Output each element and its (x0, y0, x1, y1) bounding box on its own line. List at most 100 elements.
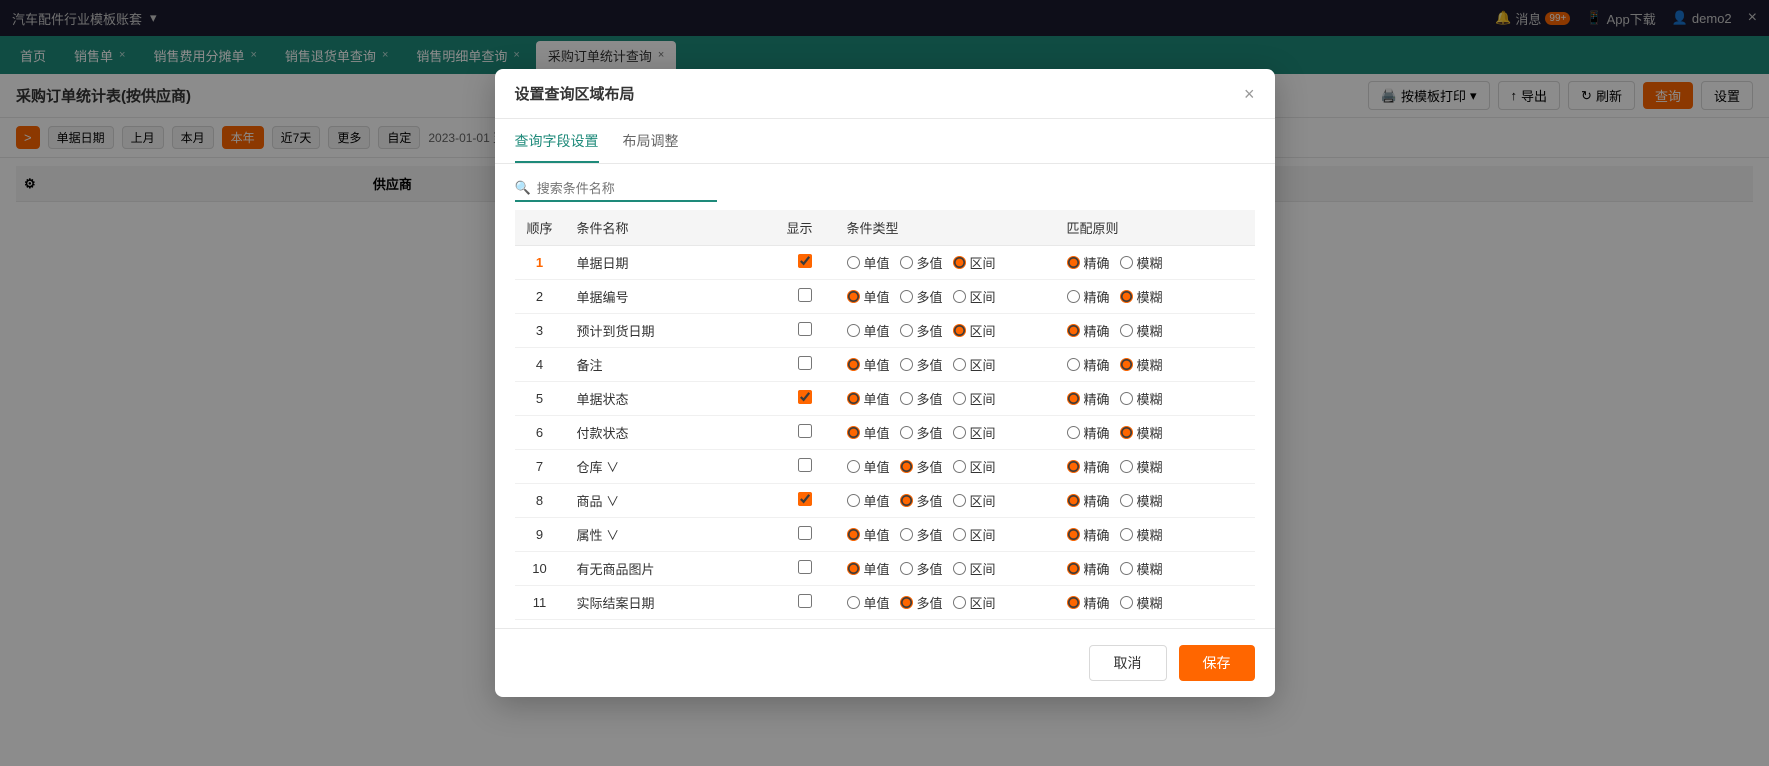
row-show-checkbox[interactable] (798, 526, 812, 540)
radio-match-item[interactable]: 精确 (1067, 525, 1110, 544)
radio-match-item[interactable]: 模糊 (1120, 253, 1163, 272)
radio-match-item[interactable]: 精确 (1067, 321, 1110, 340)
row-condition-name: 实际结案日期 (565, 586, 775, 620)
radio-match-item[interactable]: 模糊 (1120, 559, 1163, 578)
table-row: 5单据状态单值多值区间精确模糊 (515, 382, 1255, 416)
radio-type-item[interactable]: 区间 (953, 287, 996, 306)
radio-type-item[interactable]: 区间 (953, 423, 996, 442)
dialog-search-area: 🔍 (495, 164, 1275, 210)
radio-type-item[interactable]: 单值 (847, 457, 890, 476)
search-input[interactable] (537, 181, 717, 196)
radio-type-item[interactable]: 单值 (847, 525, 890, 544)
radio-match-item[interactable]: 精确 (1067, 491, 1110, 510)
radio-type-item[interactable]: 多值 (900, 559, 943, 578)
radio-match-item[interactable]: 模糊 (1120, 355, 1163, 374)
radio-type-item[interactable]: 多值 (900, 525, 943, 544)
dtab-query-fields[interactable]: 查询字段设置 (515, 131, 599, 163)
radio-match-item[interactable]: 模糊 (1120, 389, 1163, 408)
radio-type-item[interactable]: 多值 (900, 389, 943, 408)
radio-match-item[interactable]: 精确 (1067, 355, 1110, 374)
radio-type-item[interactable]: 单值 (847, 287, 890, 306)
radio-type-item[interactable]: 单值 (847, 321, 890, 340)
radio-type-item[interactable]: 单值 (847, 389, 890, 408)
row-show-checkbox[interactable] (798, 288, 812, 302)
dialog-title: 设置查询区域布局 (515, 83, 635, 104)
row-show-checkbox[interactable] (798, 254, 812, 268)
search-icon: 🔍 (515, 180, 531, 196)
radio-type-item[interactable]: 区间 (953, 457, 996, 476)
radio-type-item[interactable]: 区间 (953, 525, 996, 544)
row-order: 1 (515, 246, 565, 280)
cancel-btn[interactable]: 取消 (1089, 645, 1167, 681)
row-show-checkbox[interactable] (798, 424, 812, 438)
modal-overlay: 设置查询区域布局 × 查询字段设置 布局调整 🔍 顺序 条件名称 显示 (0, 0, 1769, 766)
row-condition-name: 预计到货日期 (565, 314, 775, 348)
radio-type-item[interactable]: 多值 (900, 355, 943, 374)
radio-match-item[interactable]: 模糊 (1120, 321, 1163, 340)
row-show-checkbox[interactable] (798, 492, 812, 506)
radio-match-item[interactable]: 精确 (1067, 389, 1110, 408)
radio-match-item[interactable]: 精确 (1067, 287, 1110, 306)
row-show-checkbox[interactable] (798, 458, 812, 472)
row-type-group: 单值多值区间 (847, 355, 1043, 374)
radio-type-item[interactable]: 单值 (847, 423, 890, 442)
radio-type-item[interactable]: 区间 (953, 593, 996, 612)
radio-type-item[interactable]: 单值 (847, 593, 890, 612)
row-type-group: 单值多值区间 (847, 253, 1043, 272)
radio-match-item[interactable]: 精确 (1067, 457, 1110, 476)
row-show-checkbox[interactable] (798, 322, 812, 336)
row-show-checkbox[interactable] (798, 560, 812, 574)
row-condition-name: 单据状态 (565, 382, 775, 416)
radio-match-item[interactable]: 精确 (1067, 593, 1110, 612)
radio-type-item[interactable]: 区间 (953, 321, 996, 340)
radio-match-item[interactable]: 精确 (1067, 559, 1110, 578)
radio-type-item[interactable]: 区间 (953, 389, 996, 408)
row-condition-name: 付款状态 (565, 416, 775, 450)
row-order: 8 (515, 484, 565, 518)
radio-type-item[interactable]: 区间 (953, 355, 996, 374)
row-condition-name: 单据日期 (565, 246, 775, 280)
radio-match-item[interactable]: 模糊 (1120, 423, 1163, 442)
row-match-group: 精确模糊 (1067, 491, 1243, 510)
radio-type-item[interactable]: 多值 (900, 321, 943, 340)
radio-type-item[interactable]: 单值 (847, 253, 890, 272)
th-match: 匹配原则 (1055, 210, 1255, 246)
radio-match-item[interactable]: 模糊 (1120, 593, 1163, 612)
radio-match-item[interactable]: 模糊 (1120, 525, 1163, 544)
table-row: 3预计到货日期单值多值区间精确模糊 (515, 314, 1255, 348)
radio-type-item[interactable]: 单值 (847, 559, 890, 578)
table-row: 11实际结案日期单值多值区间精确模糊 (515, 586, 1255, 620)
radio-match-item[interactable]: 模糊 (1120, 457, 1163, 476)
radio-type-item[interactable]: 单值 (847, 491, 890, 510)
row-show-checkbox[interactable] (798, 594, 812, 608)
row-show-checkbox[interactable] (798, 390, 812, 404)
th-show: 显示 (775, 210, 835, 246)
radio-type-item[interactable]: 区间 (953, 491, 996, 510)
dtab-layout[interactable]: 布局调整 (623, 131, 679, 163)
radio-match-item[interactable]: 模糊 (1120, 287, 1163, 306)
radio-match-item[interactable]: 精确 (1067, 423, 1110, 442)
radio-match-item[interactable]: 模糊 (1120, 491, 1163, 510)
save-btn[interactable]: 保存 (1179, 645, 1255, 681)
radio-match-item[interactable]: 精确 (1067, 253, 1110, 272)
dialog-close-btn[interactable]: × (1244, 85, 1255, 103)
radio-type-item[interactable]: 多值 (900, 457, 943, 476)
row-order: 4 (515, 348, 565, 382)
radio-type-item[interactable]: 多值 (900, 491, 943, 510)
row-show-checkbox[interactable] (798, 356, 812, 370)
config-table: 顺序 条件名称 显示 条件类型 匹配原则 1单据日期单值多值区间精确模糊2单据编… (515, 210, 1255, 620)
row-match-group: 精确模糊 (1067, 525, 1243, 544)
row-type-group: 单值多值区间 (847, 559, 1043, 578)
row-condition-name: 商品 ∨ (565, 484, 775, 518)
radio-type-item[interactable]: 多值 (900, 423, 943, 442)
row-condition-name: 备注 (565, 348, 775, 382)
row-condition-name: 属性 ∨ (565, 518, 775, 552)
row-order: 6 (515, 416, 565, 450)
radio-type-item[interactable]: 多值 (900, 253, 943, 272)
row-match-group: 精确模糊 (1067, 355, 1243, 374)
radio-type-item[interactable]: 单值 (847, 355, 890, 374)
radio-type-item[interactable]: 区间 (953, 253, 996, 272)
radio-type-item[interactable]: 多值 (900, 593, 943, 612)
radio-type-item[interactable]: 多值 (900, 287, 943, 306)
radio-type-item[interactable]: 区间 (953, 559, 996, 578)
